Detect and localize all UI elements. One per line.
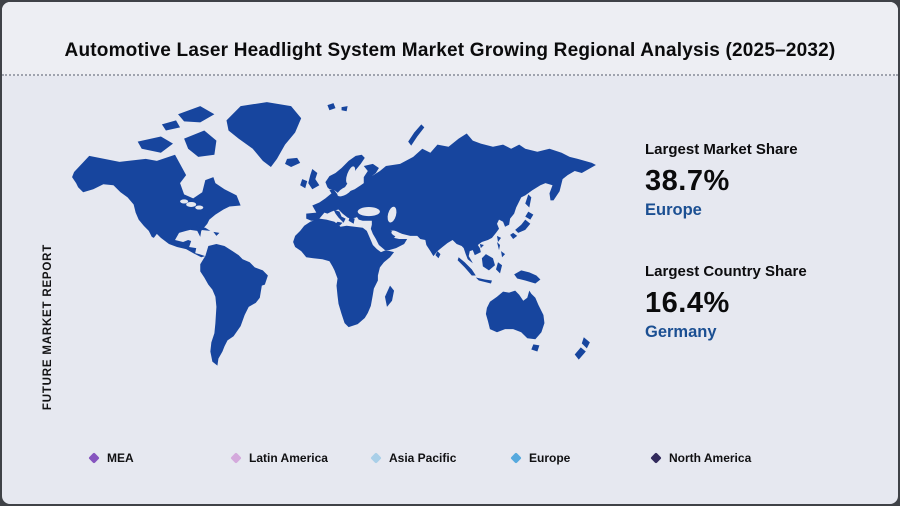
landmasses: [72, 102, 596, 366]
brand-watermark: FUTURE MARKET REPORT: [42, 243, 54, 411]
header: Automotive Laser Headlight System Market…: [2, 2, 898, 76]
stat-region: Germany: [645, 323, 717, 341]
legend-label: Asia Pacific: [389, 451, 457, 465]
stat-value: 38.7%: [645, 165, 730, 197]
stat-label: Largest Country Share: [645, 263, 807, 280]
arctic-islands: [137, 106, 217, 157]
legend-marker-diamond: [510, 452, 522, 464]
legend-item-asia-pacific: Asia Pacific: [370, 450, 457, 466]
legend-label: Latin America: [249, 451, 328, 465]
world-map: [65, 96, 605, 390]
stat-largest-market-share: Largest Market Share 38.7% Europe: [645, 141, 885, 220]
legend-item-mea: MEA: [88, 450, 134, 466]
legend-label: Europe: [529, 451, 571, 465]
infographic-canvas: Automotive Laser Headlight System Market…: [0, 0, 900, 506]
page-title: Automotive Laser Headlight System Market…: [64, 40, 836, 61]
british-isles: [300, 168, 320, 190]
legend-marker-diamond: [370, 452, 382, 464]
continent-north-america: [72, 154, 241, 258]
legend-marker-diamond: [230, 452, 242, 464]
iceland: [285, 157, 301, 167]
legend-label: MEA: [107, 451, 134, 465]
stat-label: Largest Market Share: [645, 141, 798, 158]
legend-label: North America: [669, 451, 752, 465]
stat-largest-country-share: Largest Country Share 16.4% Germany: [645, 263, 885, 342]
black-sea: [357, 207, 380, 217]
greenland: [226, 102, 302, 167]
continent-south-america: [200, 244, 268, 366]
new-zealand: [574, 337, 590, 360]
stat-region: Europe: [645, 201, 702, 219]
legend-marker-diamond: [88, 452, 100, 464]
legend-marker-diamond: [650, 452, 662, 464]
great-lakes: [186, 201, 197, 208]
world-map-svg: [72, 102, 596, 366]
infographic-card: Automotive Laser Headlight System Market…: [0, 0, 900, 506]
great-lakes-west: [180, 199, 189, 204]
stat-value: 16.4%: [645, 287, 730, 319]
great-lakes-east: [195, 205, 204, 210]
legend-item-latin-america: Latin America: [230, 450, 328, 466]
australia: [485, 290, 545, 352]
legend-item-north-america: North America: [650, 450, 752, 466]
arctic-minor-islands: [327, 103, 425, 146]
legend-item-europe: Europe: [510, 450, 571, 466]
madagascar: [384, 285, 395, 307]
